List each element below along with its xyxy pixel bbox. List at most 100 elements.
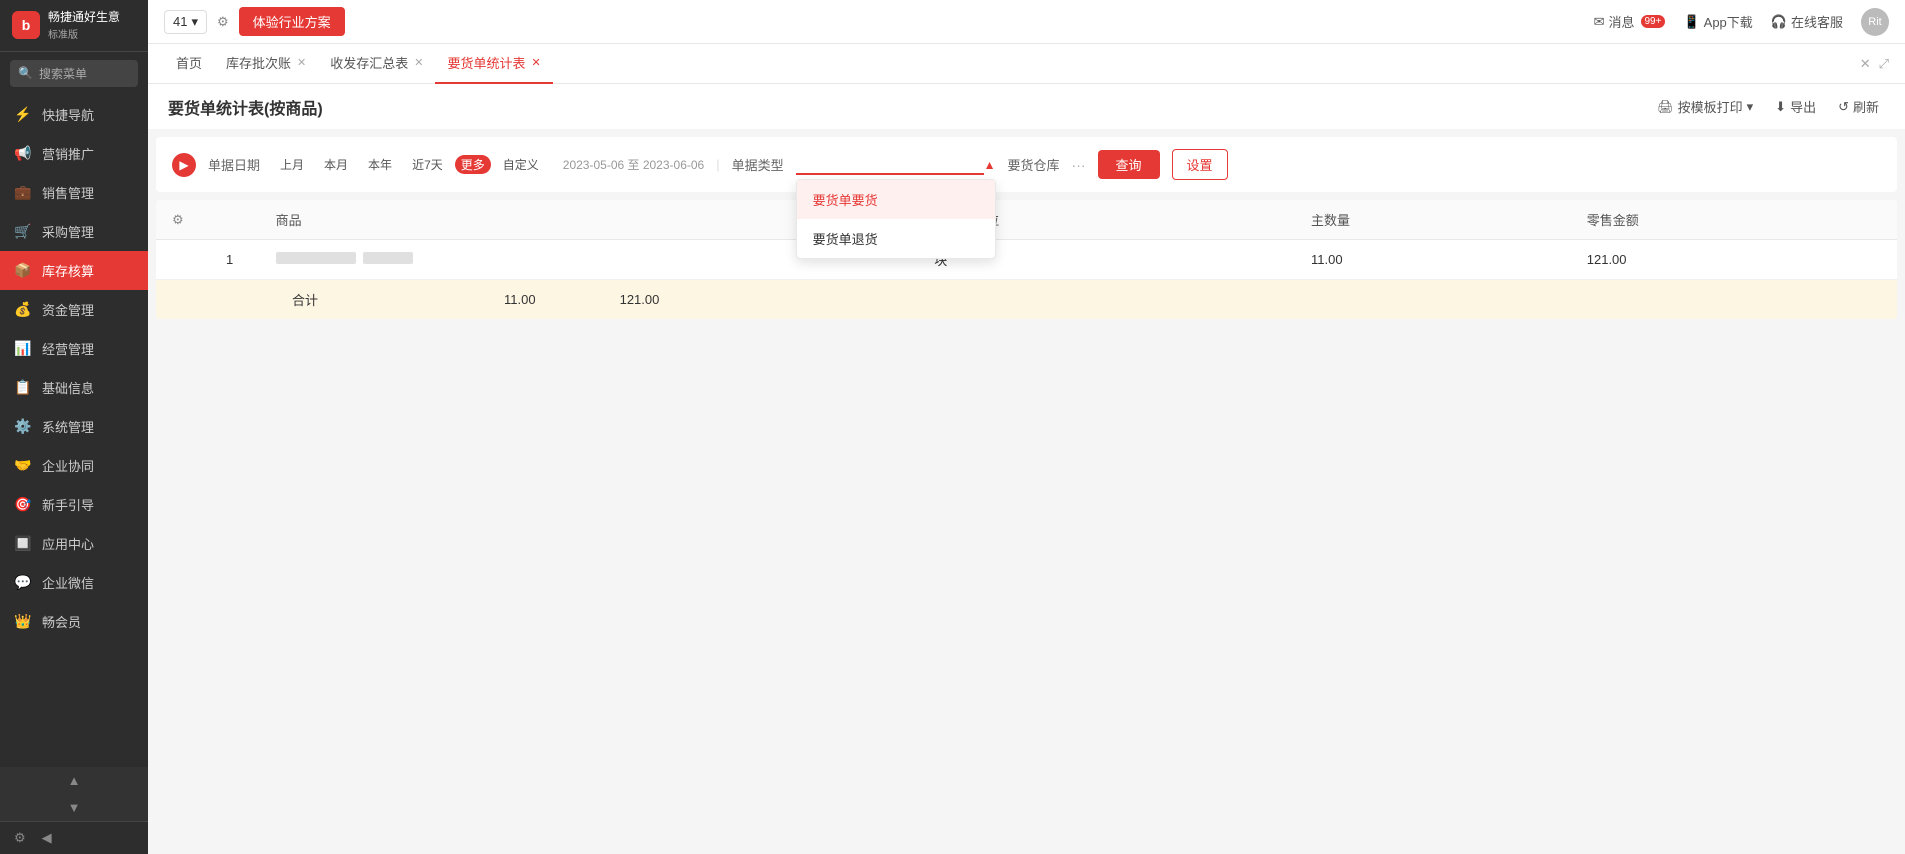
date-btn-custom[interactable]: 自定义 (495, 154, 547, 175)
footer-total-qty: 11.00 (504, 292, 536, 307)
dropdown-item-order-return[interactable]: 要货单退货 (797, 219, 995, 258)
tabs-bar: 首页 库存批次账 ✕ 收发存汇总表 ✕ 要货单统计表 ✕ ✕ ⤢ (148, 44, 1905, 84)
sidebar-item-finance[interactable]: 💰 资金管理 (0, 290, 148, 329)
print-icon: 🖨 (1657, 99, 1674, 115)
page-actions: 🖨 按模板打印 ▾ ⬇ 导出 ↺ 刷新 (1651, 94, 1885, 119)
date-label: 单据日期 (208, 155, 260, 174)
export-btn[interactable]: ⬇ 导出 (1769, 94, 1822, 119)
query-btn[interactable]: 查询 (1098, 150, 1160, 179)
brand-name: 畅捷通好生意 (48, 10, 120, 26)
chevron-down-icon: ▾ (191, 14, 198, 30)
sidebar-item-inventory[interactable]: 📦 库存核算 (0, 251, 148, 290)
col-amount: 零售金额 (1571, 200, 1897, 240)
filter-bar: ▶ 单据日期 上月 本月 本年 近7天 更多 自定义 2023-05-06 至 … (156, 137, 1897, 192)
filter-settings-btn[interactable]: 设置 (1172, 149, 1228, 180)
trial-btn[interactable]: 体验行业方案 (239, 7, 345, 36)
page: 要货单统计表(按商品) 🖨 按模板打印 ▾ ⬇ 导出 ↺ 刷新 (148, 84, 1905, 319)
sidebar-item-sales[interactable]: 💼 销售管理 (0, 173, 148, 212)
print-label: 按模板打印 (1678, 97, 1743, 116)
sidebar-item-operation[interactable]: 📊 经营管理 (0, 329, 148, 368)
sales-icon: 💼 (14, 184, 32, 201)
sidebar-item-label: 销售管理 (42, 183, 94, 202)
sidebar-item-quick-nav[interactable]: ⚡ 快捷导航 (0, 95, 148, 134)
table-footer: 合计 11.00 121.00 (156, 280, 1897, 319)
dropdown-item-label: 要货单要货 (813, 193, 878, 208)
col-qty: 主数量 (1295, 200, 1571, 240)
store-name: 41 (173, 14, 187, 29)
sidebar-item-label: 营销推广 (42, 144, 94, 163)
store-selector[interactable]: 41 ▾ (164, 10, 207, 34)
settings-gear-icon[interactable]: ⚙ (217, 14, 229, 30)
tab-order-stats-close[interactable]: ✕ (532, 56, 541, 69)
date-btn-more[interactable]: 更多 (455, 155, 491, 174)
purchase-icon: 🛒 (14, 223, 32, 240)
tab-expand-icon[interactable]: ⤢ (1879, 56, 1889, 72)
tab-sales-summary-label: 收发存汇总表 (330, 53, 408, 72)
type-input[interactable] (796, 154, 984, 175)
sidebar-item-app-center[interactable]: 🔲 应用中心 (0, 524, 148, 563)
warehouse-more-btn[interactable]: ··· (1072, 157, 1086, 173)
warehouse-label: 要货仓库 (1008, 155, 1060, 174)
filter-divider: | (716, 157, 719, 172)
collapse-icon[interactable]: ◀ (42, 830, 52, 846)
sidebar-scroll-up[interactable]: ▲ (0, 767, 148, 794)
app-download-label: App下载 (1704, 12, 1753, 31)
date-btn-this-year[interactable]: 本年 (360, 154, 400, 175)
sidebar-item-member[interactable]: 👑 畅会员 (0, 602, 148, 641)
tab-inventory-batch[interactable]: 库存批次账 ✕ (214, 44, 318, 84)
topbar-left: 41 ▾ ⚙ 体验行业方案 (164, 7, 345, 36)
col-settings: ⚙ (156, 200, 200, 240)
sidebar-item-enterprise[interactable]: 🤝 企业协同 (0, 446, 148, 485)
marketing-icon: 📢 (14, 145, 32, 162)
type-dropdown-container: ▲ 要货单要货 要货单退货 (796, 154, 996, 175)
tab-sales-summary-close[interactable]: ✕ (414, 56, 423, 69)
sidebar-search[interactable]: 🔍 搜索菜单 (10, 60, 138, 87)
tab-order-stats[interactable]: 要货单统计表 ✕ (435, 44, 552, 84)
date-btn-7days[interactable]: 近7天 (404, 154, 451, 175)
page-title: 要货单统计表(按商品) (168, 95, 323, 119)
user-avatar[interactable]: Rit (1861, 8, 1889, 36)
phone-icon: 📱 (1683, 14, 1699, 30)
messages-btn[interactable]: ✉ 消息 99+ (1594, 12, 1666, 31)
sidebar-item-label: 采购管理 (42, 222, 94, 241)
tab-close-all-icon[interactable]: ✕ (1860, 56, 1871, 72)
date-btn-this-month[interactable]: 本月 (316, 154, 356, 175)
sidebar-item-marketing[interactable]: 📢 营销推广 (0, 134, 148, 173)
service-label: 在线客服 (1791, 12, 1843, 31)
settings-icon[interactable]: ⚙ (14, 830, 26, 846)
sidebar-item-purchase[interactable]: 🛒 采购管理 (0, 212, 148, 251)
sidebar-item-guide[interactable]: 🎯 新手引导 (0, 485, 148, 524)
col-no (200, 200, 260, 240)
date-btn-prev-month[interactable]: 上月 (272, 154, 312, 175)
sidebar-bottom: ⚙ ◀ (0, 821, 148, 854)
member-icon: 👑 (14, 613, 32, 630)
topbar-right: ✉ 消息 99+ 📱 App下载 🎧 在线客服 Rit (1594, 8, 1889, 36)
online-service-btn[interactable]: 🎧 在线客服 (1771, 12, 1843, 31)
sidebar-item-label: 经营管理 (42, 339, 94, 358)
tab-inventory-batch-close[interactable]: ✕ (297, 56, 306, 69)
refresh-btn[interactable]: ↺ 刷新 (1832, 94, 1885, 119)
sidebar-item-label: 新手引导 (42, 495, 94, 514)
data-table: ⚙ 商品 主计量单位 主数量 零售金额 1 (156, 200, 1897, 280)
dropdown-item-order-goods[interactable]: 要货单要货 (797, 180, 995, 219)
row-qty-cell: 11.00 (1295, 240, 1571, 280)
sidebar-item-label: 快捷导航 (42, 105, 94, 124)
sidebar-item-system[interactable]: ⚙️ 系统管理 (0, 407, 148, 446)
tabs-end: ✕ ⤢ (1860, 56, 1889, 72)
messages-badge: 99+ (1641, 15, 1666, 28)
type-dropdown-arrow[interactable]: ▲ (984, 158, 996, 172)
col-settings-icon[interactable]: ⚙ (172, 212, 184, 227)
print-btn[interactable]: 🖨 按模板打印 ▾ (1651, 94, 1759, 119)
app-download-btn[interactable]: 📱 App下载 (1683, 12, 1752, 31)
type-dropdown-menu: 要货单要货 要货单退货 (796, 179, 996, 259)
sidebar-scroll-down[interactable]: ▼ (0, 794, 148, 821)
row-amount-cell: 121.00 (1571, 240, 1897, 280)
tab-home[interactable]: 首页 (164, 44, 214, 84)
sidebar-item-weixin[interactable]: 💬 企业微信 (0, 563, 148, 602)
sidebar-item-basic-info[interactable]: 📋 基础信息 (0, 368, 148, 407)
sidebar: b 畅捷通好生意 标准版 🔍 搜索菜单 ⚡ 快捷导航 📢 营销推广 💼 销售管理… (0, 0, 148, 854)
goods-placeholder (276, 252, 356, 264)
filter-expand-btn[interactable]: ▶ (172, 153, 196, 177)
tab-sales-summary[interactable]: 收发存汇总表 ✕ (318, 44, 435, 84)
weixin-icon: 💬 (14, 574, 32, 591)
